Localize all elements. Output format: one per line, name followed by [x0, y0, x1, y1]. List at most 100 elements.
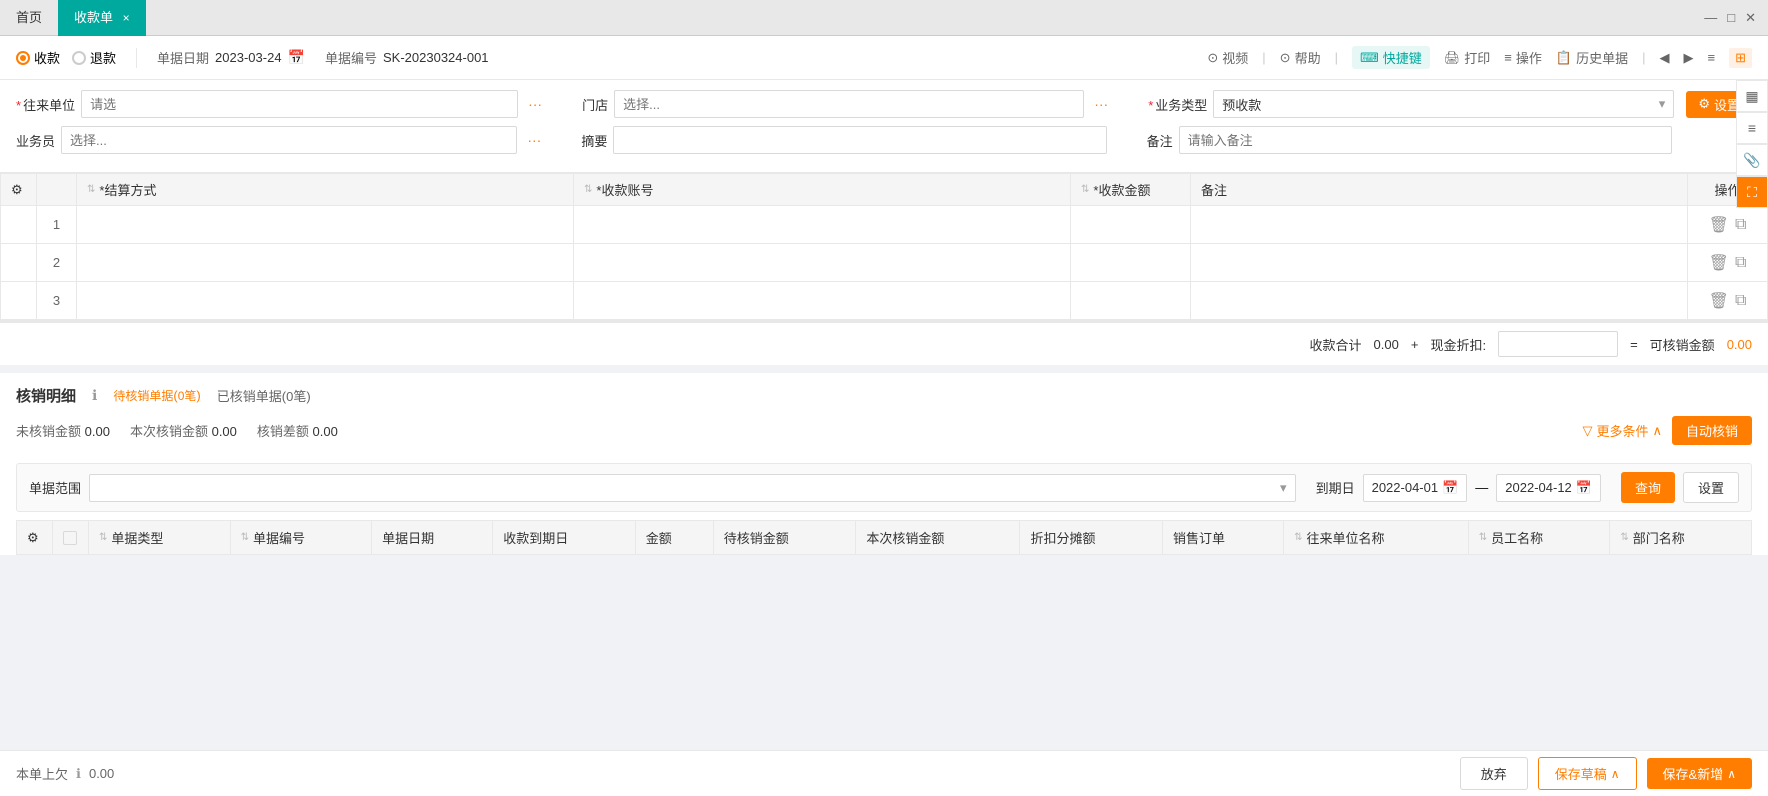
delete-row-1-icon[interactable]: 🗑 [1709, 215, 1729, 235]
footer: 本单上欠 ℹ 0.00 放弃 保存草稿 ∧ 保存&新增 ∧ [0, 750, 1768, 796]
staff-input[interactable] [61, 126, 517, 154]
pending-tab[interactable]: 待核销单据(0笔) [113, 387, 200, 404]
bill-range-select[interactable]: ▾ [89, 474, 1296, 502]
copy-row-1-icon[interactable]: ⧉ [1735, 216, 1746, 234]
table-gear-icon[interactable]: ⚙ [11, 182, 23, 197]
account-cell-2[interactable] [574, 244, 1071, 282]
video-btn[interactable]: ⊙ 视频 [1207, 48, 1248, 67]
sidebar-table-icon[interactable]: ▦ [1736, 80, 1768, 112]
staff-more-icon[interactable]: ··· [527, 132, 541, 148]
date-from-field[interactable]: 2022-04-01 📅 [1363, 474, 1468, 502]
sidebar-list-icon[interactable]: ≡ [1736, 112, 1768, 144]
more-conditions-btn[interactable]: ▽ 更多条件 ∧ [1582, 421, 1662, 440]
save-new-button[interactable]: 保存&新增 ∧ [1647, 758, 1752, 789]
header-checkbox[interactable] [63, 531, 77, 545]
tab-close-icon[interactable]: × [123, 11, 130, 25]
account-input-2[interactable] [574, 244, 1070, 281]
bcol-partner: ⇅ 往来单位名称 [1284, 521, 1469, 555]
delete-row-2-icon[interactable]: 🗑 [1709, 253, 1729, 273]
note-cell-3[interactable] [1191, 282, 1688, 320]
note-cell-2[interactable] [1191, 244, 1688, 282]
amount-input-2[interactable] [1071, 244, 1190, 281]
account-cell-1[interactable] [574, 206, 1071, 244]
calendar-icon[interactable]: 📅 [288, 49, 305, 66]
copy-row-2-icon[interactable]: ⧉ [1735, 254, 1746, 272]
radio-receipt[interactable]: 收款 [16, 48, 60, 67]
tab-home[interactable]: 首页 [0, 0, 58, 36]
settle-input-3[interactable] [77, 282, 573, 319]
nav-prev-icon[interactable]: ◀ [1660, 50, 1670, 66]
copy-row-3-icon[interactable]: ⧉ [1735, 292, 1746, 310]
bcol-gear: ⚙ [17, 521, 53, 555]
abandon-button[interactable]: 放弃 [1460, 757, 1528, 790]
amount-cell-2[interactable] [1071, 244, 1191, 282]
amount-input-3[interactable] [1071, 282, 1190, 319]
sidebar-clip-icon[interactable]: 📎 [1736, 144, 1768, 176]
form-row-2: 业务员 ··· 摘要 备注 [16, 126, 1752, 154]
close-icon[interactable]: ✕ [1745, 10, 1756, 26]
print-btn[interactable]: 🖨 打印 [1444, 48, 1491, 67]
account-cell-3[interactable] [574, 282, 1071, 320]
calendar-to-icon: 📅 [1576, 480, 1592, 496]
amount-input-1[interactable] [1071, 206, 1190, 243]
auto-verify-button[interactable]: 自动核销 [1672, 416, 1752, 445]
biz-type-select[interactable]: 预收款 ▾ [1213, 90, 1674, 118]
settle-input-1[interactable] [77, 206, 573, 243]
summary-row: 收款合计 0.00 + 现金折扣: = 可核销金额 0.00 [0, 322, 1768, 365]
settle-cell-2[interactable] [77, 244, 574, 282]
footer-actions: 放弃 保存草稿 ∧ 保存&新增 ∧ [1460, 757, 1752, 790]
col-amount: ⇅ *收款金额 [1071, 174, 1191, 206]
note-input-1[interactable] [1191, 206, 1687, 243]
btable-gear-icon[interactable]: ⚙ [27, 530, 39, 545]
nav-next-icon[interactable]: ▶ [1684, 50, 1694, 66]
verify-info-icon[interactable]: ℹ [92, 387, 97, 404]
delete-row-3-icon[interactable]: 🗑 [1709, 291, 1729, 311]
question-icon: ⊙ [1280, 50, 1291, 66]
footer-info-icon[interactable]: ℹ [76, 766, 81, 782]
sidebar-expand-icon[interactable]: ⛶ [1736, 176, 1768, 208]
filter-row: 单据范围 ▾ 到期日 2022-04-01 📅 — 2022-04-12 📅 查… [16, 463, 1752, 512]
save-draft-button[interactable]: 保存草稿 ∧ [1538, 757, 1637, 790]
partner-input[interactable] [81, 90, 518, 118]
note-input[interactable] [1179, 126, 1672, 154]
verify-section: 核销明细 ℹ 待核销单据(0笔) 已核销单据(0笔) 未核销金额 0.00 本次… [0, 373, 1768, 555]
grid-view-icon[interactable]: ⊞ [1729, 48, 1752, 68]
ops-btn[interactable]: ≡ 操作 [1504, 48, 1542, 67]
query-button[interactable]: 查询 [1621, 472, 1675, 503]
window-controls: — □ ✕ [1704, 10, 1768, 26]
partner-more-icon[interactable]: ··· [528, 96, 542, 112]
note-input-3[interactable] [1191, 282, 1687, 319]
bcol-bill-no: ⇅ 单据编号 [230, 521, 372, 555]
help-btn[interactable]: ⊙ 帮助 [1280, 48, 1321, 67]
store-input[interactable] [614, 90, 1084, 118]
note-cell-1[interactable] [1191, 206, 1688, 244]
store-more-icon[interactable]: ··· [1094, 96, 1108, 112]
settle-input-2[interactable] [77, 244, 573, 281]
shortcut-btn[interactable]: ⌨ 快捷键 [1352, 46, 1430, 69]
discount-input[interactable] [1498, 331, 1618, 357]
date-to-field[interactable]: 2022-04-12 📅 [1496, 474, 1601, 502]
minimize-icon[interactable]: — [1704, 10, 1717, 25]
radio-refund[interactable]: 退款 [72, 48, 116, 67]
settle-cell-1[interactable] [77, 206, 574, 244]
amount-cell-1[interactable] [1071, 206, 1191, 244]
tab-receipt[interactable]: 收款单 × [58, 0, 146, 36]
note-input-2[interactable] [1191, 244, 1687, 281]
bcol-dept: ⇅ 部门名称 [1610, 521, 1752, 555]
save-new-arrow-icon: ∧ [1727, 767, 1736, 781]
sort-icon-account: ⇅ [584, 184, 592, 195]
form-area: 往来单位 ··· 门店 ··· 业务类型 预收款 ▾ ⚙ 设置 业务员 [0, 80, 1768, 173]
filter-settings-button[interactable]: 设置 [1683, 472, 1739, 503]
bcol-amount: 金额 [635, 521, 713, 555]
maximize-icon[interactable]: □ [1727, 10, 1735, 25]
account-input-3[interactable] [574, 282, 1070, 319]
verify-actions-row: 未核销金额 0.00 本次核销金额 0.00 核销差额 0.00 ▽ 更多条件 … [16, 416, 1752, 455]
partner-field: 往来单位 ··· [16, 90, 542, 118]
amount-cell-3[interactable] [1071, 282, 1191, 320]
sort-partner-icon: ⇅ [1294, 532, 1302, 543]
account-input-1[interactable] [574, 206, 1070, 243]
settle-cell-3[interactable] [77, 282, 574, 320]
summary-input[interactable] [613, 126, 1106, 154]
list-view-icon[interactable]: ≡ [1708, 50, 1716, 65]
history-btn[interactable]: 📋 历史单据 [1556, 48, 1628, 67]
